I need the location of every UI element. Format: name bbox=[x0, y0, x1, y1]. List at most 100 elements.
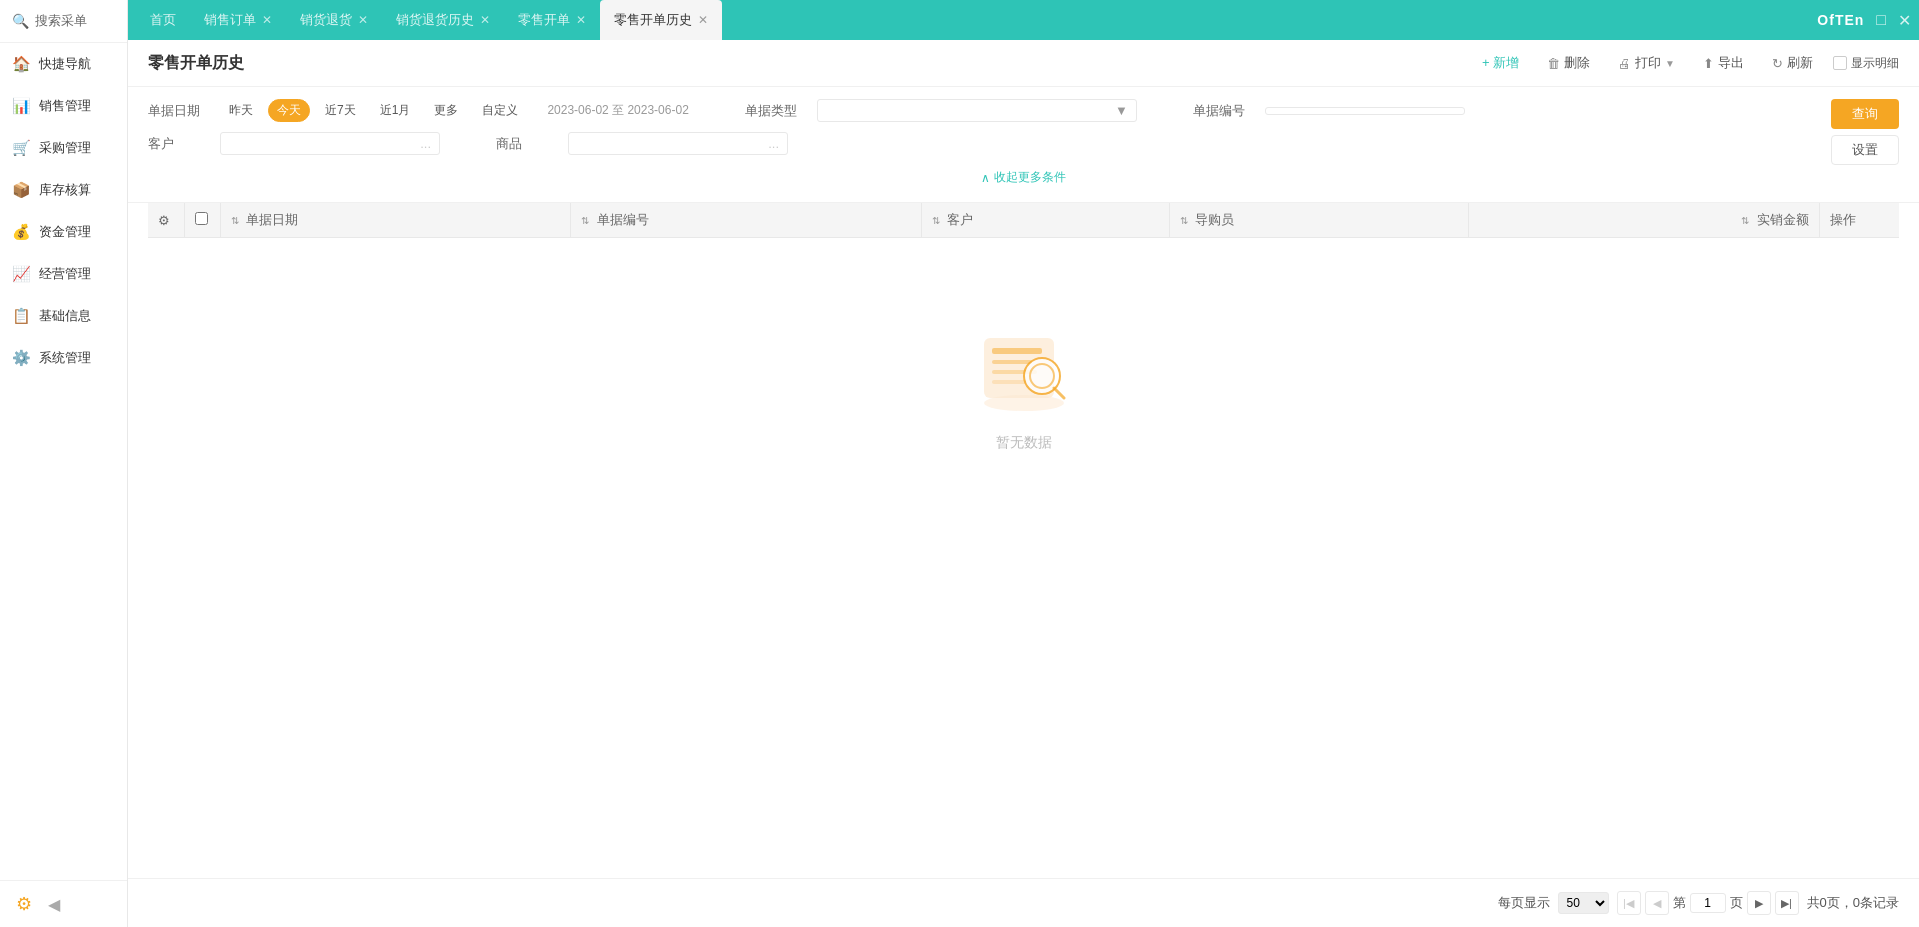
date-btn-today[interactable]: 今天 bbox=[268, 99, 310, 122]
pagination: 每页显示 50 10 20 100 |◀ ◀ 第 页 ▶ ▶| 共0页，0条记录 bbox=[128, 878, 1919, 927]
date-btn-1month[interactable]: 近1月 bbox=[371, 99, 420, 122]
sidebar-item-purchase-mgmt[interactable]: 🛒 采购管理 bbox=[0, 127, 127, 169]
show-detail-checkbox[interactable] bbox=[1833, 56, 1847, 70]
export-icon: ⬆ bbox=[1703, 56, 1714, 71]
th-gear[interactable]: ⚙ bbox=[148, 203, 184, 238]
collapse-sidebar-icon[interactable]: ◀ bbox=[48, 895, 60, 914]
export-button[interactable]: ⬆ 导出 bbox=[1695, 50, 1752, 76]
refresh-button[interactable]: ↻ 刷新 bbox=[1764, 50, 1821, 76]
date-btn-yesterday[interactable]: 昨天 bbox=[220, 99, 262, 122]
home-icon: 🏠 bbox=[12, 55, 31, 73]
th-amount[interactable]: ⇅ 实销金额 bbox=[1468, 203, 1819, 238]
operations-icon: 📈 bbox=[12, 265, 31, 283]
sidebar-item-finance[interactable]: 💰 资金管理 bbox=[0, 211, 127, 253]
close-sales-return-history-tab[interactable]: ✕ bbox=[480, 13, 490, 27]
sidebar-item-label: 资金管理 bbox=[39, 223, 91, 241]
page-header: 零售开单历史 + 新增 🗑 删除 🖨 打印 ▼ ⬆ 导出 bbox=[128, 40, 1919, 87]
tab-retail-open[interactable]: 零售开单 ✕ bbox=[504, 0, 600, 40]
close-retail-open-tab[interactable]: ✕ bbox=[576, 13, 586, 27]
goods-input[interactable]: ... bbox=[568, 132, 788, 155]
sidebar-item-operations[interactable]: 📈 经营管理 bbox=[0, 253, 127, 295]
customer-input[interactable]: ... bbox=[220, 132, 440, 155]
svg-rect-5 bbox=[992, 380, 1027, 384]
sidebar-item-basic-info[interactable]: 📋 基础信息 bbox=[0, 295, 127, 337]
add-button[interactable]: + 新增 bbox=[1474, 50, 1527, 76]
th-guide[interactable]: ⇅ 导购员 bbox=[1169, 203, 1468, 238]
th-checkbox[interactable] bbox=[184, 203, 220, 238]
gear-settings-icon[interactable]: ⚙ bbox=[158, 213, 170, 228]
customer-label: 客户 bbox=[148, 135, 204, 153]
tab-sales-order[interactable]: 销售订单 ✕ bbox=[190, 0, 286, 40]
collapse-up-icon: ∧ bbox=[981, 171, 990, 185]
tab-retail-history[interactable]: 零售开单历史 ✕ bbox=[600, 0, 722, 40]
tab-sales-return[interactable]: 销货退货 ✕ bbox=[286, 0, 382, 40]
date-btn-more[interactable]: 更多 bbox=[425, 99, 467, 122]
per-page-select[interactable]: 50 10 20 100 bbox=[1558, 892, 1609, 914]
settings-icon[interactable]: ⚙ bbox=[16, 893, 32, 915]
toolbar: + 新增 🗑 删除 🖨 打印 ▼ ⬆ 导出 ↻ 刷新 bbox=[1474, 50, 1899, 76]
page-label: 第 bbox=[1673, 894, 1686, 912]
sidebar-bottom: ⚙ ◀ bbox=[0, 880, 127, 927]
th-customer[interactable]: ⇅ 客户 bbox=[921, 203, 1169, 238]
tab-sales-return-history[interactable]: 销货退货历史 ✕ bbox=[382, 0, 504, 40]
sidebar-item-sales-mgmt[interactable]: 📊 销售管理 bbox=[0, 85, 127, 127]
tab-home[interactable]: 首页 bbox=[136, 0, 190, 40]
box-icon: 📦 bbox=[12, 181, 31, 199]
per-page-label: 每页显示 bbox=[1498, 894, 1550, 912]
next-page-btn[interactable]: ▶ bbox=[1747, 891, 1771, 915]
th-number[interactable]: ⇅ 单据编号 bbox=[571, 203, 922, 238]
close-window-btn[interactable]: ✕ bbox=[1898, 11, 1911, 30]
show-detail-toggle[interactable]: 显示明细 bbox=[1833, 55, 1899, 72]
date-btn-7days[interactable]: 近7天 bbox=[316, 99, 365, 122]
query-settings-group: 查询 设置 bbox=[1831, 99, 1899, 165]
date-btn-custom[interactable]: 自定义 bbox=[473, 99, 527, 122]
sidebar-search[interactable]: 🔍 搜索采单 bbox=[0, 0, 127, 43]
svg-rect-2 bbox=[992, 348, 1042, 354]
collapse-bar[interactable]: ∧ 收起更多条件 bbox=[148, 165, 1899, 190]
last-page-btn[interactable]: ▶| bbox=[1775, 891, 1799, 915]
main-area: 首页 销售订单 ✕ 销货退货 ✕ 销货退货历史 ✕ 零售开单 ✕ 零售开单历史 … bbox=[128, 0, 1919, 927]
filter-row-1: 单据日期 昨天 今天 近7天 近1月 更多 自定义 2023-06-02 至 2… bbox=[148, 99, 1815, 122]
page-input[interactable] bbox=[1690, 893, 1726, 913]
sidebar-item-label: 基础信息 bbox=[39, 307, 91, 325]
customer-dots: ... bbox=[420, 136, 431, 151]
sidebar-search-label: 搜索采单 bbox=[35, 12, 87, 30]
maximize-btn[interactable]: □ bbox=[1876, 11, 1886, 29]
sidebar-item-quick-nav[interactable]: 🏠 快捷导航 bbox=[0, 43, 127, 85]
close-sales-return-tab[interactable]: ✕ bbox=[358, 13, 368, 27]
money-icon: 💰 bbox=[12, 223, 31, 241]
goods-dots: ... bbox=[768, 136, 779, 151]
svg-rect-3 bbox=[992, 360, 1032, 364]
close-sales-order-tab[interactable]: ✕ bbox=[262, 13, 272, 27]
print-button[interactable]: 🖨 打印 ▼ bbox=[1610, 50, 1683, 76]
search-icon: 🔍 bbox=[12, 13, 29, 29]
sort-icon: ⇅ bbox=[1180, 215, 1188, 226]
sidebar-item-sys-mgmt[interactable]: ⚙️ 系统管理 bbox=[0, 337, 127, 379]
table-area: ⚙ ⇅ 单据日期 ⇅ 单据编号 bbox=[128, 203, 1919, 878]
type-select-arrow: ▼ bbox=[1115, 103, 1128, 118]
page-title: 零售开单历史 bbox=[148, 53, 244, 74]
type-select[interactable]: ▼ bbox=[817, 99, 1137, 122]
filter-row-2: 客户 ... 商品 ... bbox=[148, 132, 1815, 155]
content-area: 零售开单历史 + 新增 🗑 删除 🖨 打印 ▼ ⬆ 导出 bbox=[128, 40, 1919, 927]
filter-area: 单据日期 昨天 今天 近7天 近1月 更多 自定义 2023-06-02 至 2… bbox=[128, 87, 1919, 203]
th-date[interactable]: ⇅ 单据日期 bbox=[220, 203, 571, 238]
number-input[interactable] bbox=[1265, 107, 1465, 115]
settings-button[interactable]: 设置 bbox=[1831, 135, 1899, 165]
select-all-checkbox[interactable] bbox=[195, 212, 208, 225]
refresh-icon: ↻ bbox=[1772, 56, 1783, 71]
query-button[interactable]: 查询 bbox=[1831, 99, 1899, 129]
first-page-btn[interactable]: |◀ bbox=[1617, 891, 1641, 915]
date-label: 单据日期 bbox=[148, 102, 204, 120]
delete-button[interactable]: 🗑 删除 bbox=[1539, 50, 1598, 76]
sort-icon: ⇅ bbox=[932, 215, 940, 226]
page-nav: |◀ ◀ 第 页 ▶ ▶| bbox=[1617, 891, 1799, 915]
close-retail-history-tab[interactable]: ✕ bbox=[698, 13, 708, 27]
delete-icon: 🗑 bbox=[1547, 56, 1560, 71]
topbar-right: OfTEn □ ✕ bbox=[1817, 11, 1911, 30]
prev-page-btn[interactable]: ◀ bbox=[1645, 891, 1669, 915]
sidebar-item-inventory[interactable]: 📦 库存核算 bbox=[0, 169, 127, 211]
th-action: 操作 bbox=[1819, 203, 1899, 238]
cart-icon: 🛒 bbox=[12, 139, 31, 157]
print-icon: 🖨 bbox=[1618, 56, 1631, 71]
